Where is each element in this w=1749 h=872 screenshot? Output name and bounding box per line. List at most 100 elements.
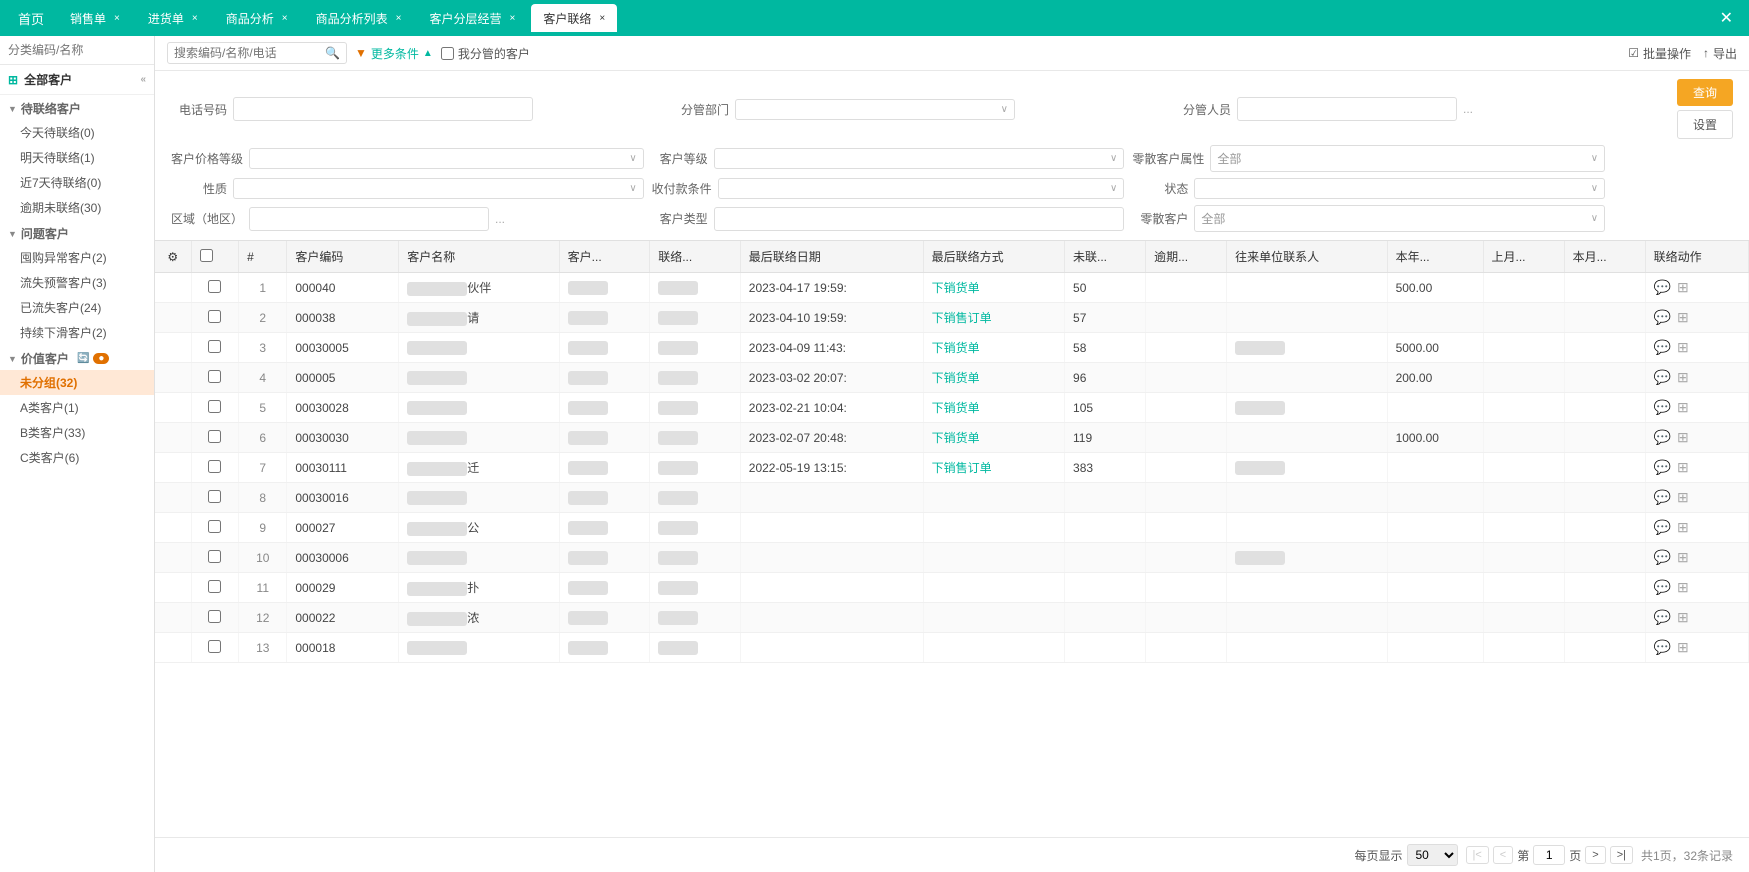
grid-action-icon[interactable]: ⊞ <box>1677 339 1689 356</box>
checkbox-column-header[interactable] <box>191 241 239 273</box>
row-checkbox[interactable] <box>208 580 221 593</box>
no-contact-header[interactable]: 未联... <box>1065 241 1146 273</box>
filter-price-level-select[interactable]: ∨ <box>249 148 644 169</box>
filter-retail-customer-select[interactable]: 全部 ∨ <box>1194 205 1605 232</box>
row-checkbox[interactable] <box>208 610 221 623</box>
sidebar-item-abnormal[interactable]: 囤购异常客户(2) <box>0 245 154 270</box>
filter-manager-input[interactable] <box>1237 97 1457 121</box>
close-purchase-icon[interactable]: × <box>192 13 198 24</box>
select-all-checkbox[interactable] <box>200 249 213 262</box>
tab-product-analysis[interactable]: 商品分析 × <box>214 4 300 32</box>
row-checkbox[interactable] <box>208 310 221 323</box>
chat-icon[interactable]: 💬 <box>1654 369 1671 386</box>
close-product-list-icon[interactable]: × <box>396 13 402 24</box>
checkbox-cell[interactable] <box>191 363 239 393</box>
filter-search-input[interactable] <box>174 46 321 60</box>
last-month-header[interactable]: 上月... <box>1483 241 1564 273</box>
grid-action-icon[interactable]: ⊞ <box>1677 429 1689 446</box>
sidebar-item-class-b[interactable]: B类客户(33) <box>0 420 154 445</box>
chat-icon[interactable]: 💬 <box>1654 609 1671 626</box>
sidebar-item-ungrouped[interactable]: 未分组(32) <box>0 370 154 395</box>
checkbox-cell[interactable] <box>191 423 239 453</box>
page-number-input[interactable] <box>1533 845 1565 865</box>
sidebar-search-input[interactable] <box>8 43 155 57</box>
row-checkbox[interactable] <box>208 490 221 503</box>
sidebar-item-week-pending[interactable]: 近7天待联络(0) <box>0 170 154 195</box>
refresh-icon[interactable]: 🔄 <box>77 353 89 364</box>
grid-action-icon[interactable]: ⊞ <box>1677 279 1689 296</box>
last-page-button[interactable]: >| <box>1610 846 1633 864</box>
dots-icon[interactable]: ... <box>1463 102 1473 116</box>
contact-method-link[interactable]: 下销售订单 <box>932 311 992 325</box>
grid-action-icon[interactable]: ⊞ <box>1677 399 1689 416</box>
filter-customer-type-input[interactable] <box>714 207 1125 231</box>
checkbox-cell[interactable] <box>191 603 239 633</box>
query-button[interactable]: 查询 <box>1677 79 1733 106</box>
code-column-header[interactable]: 客户编码 <box>287 241 399 273</box>
filter-nature-select[interactable]: ∨ <box>233 178 644 199</box>
chat-icon[interactable]: 💬 <box>1654 309 1671 326</box>
contact-method-link[interactable]: 下销货单 <box>932 371 980 385</box>
row-checkbox[interactable] <box>208 640 221 653</box>
filter-dept-select[interactable]: ∨ <box>735 99 1015 120</box>
type-column-header[interactable]: 客户... <box>559 241 650 273</box>
this-year-header[interactable]: 本年... <box>1387 241 1483 273</box>
chat-icon[interactable]: 💬 <box>1654 639 1671 656</box>
pending-group-label[interactable]: ▼ 待联络客户 <box>0 95 154 120</box>
chat-icon[interactable]: 💬 <box>1654 579 1671 596</box>
window-close-button[interactable]: ✕ <box>1712 8 1741 28</box>
tab-product-analysis-list[interactable]: 商品分析列表 × <box>304 4 414 32</box>
row-checkbox[interactable] <box>208 430 221 443</box>
grid-action-icon[interactable]: ⊞ <box>1677 309 1689 326</box>
this-month-header[interactable]: 本月... <box>1564 241 1645 273</box>
chat-icon[interactable]: 💬 <box>1654 519 1671 536</box>
checkbox-cell[interactable] <box>191 393 239 423</box>
contact-method-link[interactable]: 下销货单 <box>932 401 980 415</box>
close-segment-icon[interactable]: × <box>509 13 515 24</box>
region-dots-icon[interactable]: ... <box>495 212 505 226</box>
row-checkbox[interactable] <box>208 340 221 353</box>
page-size-select[interactable]: 20 50 100 <box>1407 844 1458 866</box>
close-sales-order-icon[interactable]: × <box>114 13 120 24</box>
grid-action-icon[interactable]: ⊞ <box>1677 579 1689 596</box>
chat-icon[interactable]: 💬 <box>1654 429 1671 446</box>
row-checkbox[interactable] <box>208 550 221 563</box>
sidebar-item-today-pending[interactable]: 今天待联络(0) <box>0 120 154 145</box>
tab-sales-order[interactable]: 销售单 × <box>58 4 132 32</box>
checkbox-cell[interactable] <box>191 513 239 543</box>
grid-action-icon[interactable]: ⊞ <box>1677 489 1689 506</box>
my-customer-filter[interactable]: 我分管的客户 <box>441 45 530 62</box>
chat-icon[interactable]: 💬 <box>1654 339 1671 356</box>
checkbox-cell[interactable] <box>191 633 239 663</box>
sidebar-item-overdue-pending[interactable]: 逾期未联络(30) <box>0 195 154 220</box>
contact-method-link[interactable]: 下销货单 <box>932 341 980 355</box>
collapse-icon[interactable]: « <box>140 74 146 85</box>
grid-action-icon[interactable]: ⊞ <box>1677 639 1689 656</box>
next-page-button[interactable]: > <box>1585 846 1605 864</box>
sidebar-item-class-c[interactable]: C类客户(6) <box>0 445 154 470</box>
sidebar-item-declining[interactable]: 持续下滑客户(2) <box>0 320 154 345</box>
close-product-analysis-icon[interactable]: × <box>282 13 288 24</box>
contact-method-link[interactable]: 下销货单 <box>932 431 980 445</box>
sidebar-item-class-a[interactable]: A类客户(1) <box>0 395 154 420</box>
reset-button[interactable]: 设置 <box>1677 110 1733 139</box>
more-conditions-button[interactable]: ▼ 更多条件 ▲ <box>355 45 433 62</box>
filter-phone-input[interactable] <box>233 97 533 121</box>
home-tab[interactable]: 首页 <box>8 9 54 28</box>
overdue-header[interactable]: 逾期... <box>1146 241 1227 273</box>
all-customers-header[interactable]: ⊞ 全部客户 « <box>0 65 154 95</box>
grid-action-icon[interactable]: ⊞ <box>1677 519 1689 536</box>
chat-icon[interactable]: 💬 <box>1654 489 1671 506</box>
row-checkbox[interactable] <box>208 520 221 533</box>
last-contact-method-header[interactable]: 最后联络方式 <box>923 241 1064 273</box>
name-column-header[interactable]: 客户名称 <box>399 241 559 273</box>
batch-op-button[interactable]: ☑ 批量操作 <box>1628 45 1691 62</box>
last-contact-date-header[interactable]: 最后联络日期 <box>740 241 923 273</box>
chat-icon[interactable]: 💬 <box>1654 399 1671 416</box>
checkbox-cell[interactable] <box>191 273 239 303</box>
tab-purchase-order[interactable]: 进货单 × <box>136 4 210 32</box>
checkbox-cell[interactable] <box>191 303 239 333</box>
unit-contact-header[interactable]: 往来单位联系人 <box>1227 241 1387 273</box>
first-page-button[interactable]: |< <box>1466 846 1489 864</box>
filter-retail-attr-select[interactable]: 全部 ∨ <box>1210 145 1605 172</box>
